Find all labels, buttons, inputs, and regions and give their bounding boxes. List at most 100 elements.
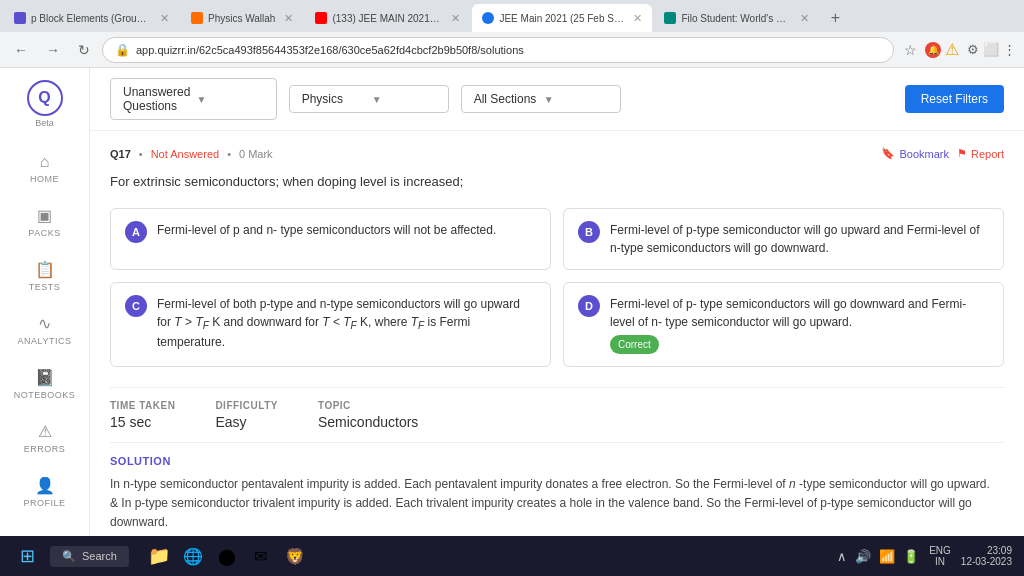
home-icon: ⌂ <box>40 153 50 171</box>
logo-icon: Q <box>27 80 63 116</box>
questions-chevron-icon: ▼ <box>196 94 263 105</box>
profile-label: PROFILE <box>23 498 65 508</box>
solution-label: SOLUTION <box>110 455 1004 467</box>
menu-icon[interactable]: ⋮ <box>1003 42 1016 57</box>
taskbar-app-mail[interactable]: ✉ <box>247 542 275 570</box>
solution-text: In n-type semiconductor pentavalent impu… <box>110 475 1004 533</box>
tab-1-close[interactable]: ✕ <box>160 12 169 25</box>
sidebar-item-analytics[interactable]: ∿ ANALYTICS <box>0 306 89 354</box>
question-text: For extrinsic semiconductors; when dopin… <box>110 172 1004 192</box>
tab-3[interactable]: (133) JEE MAIN 2021 Video Solutions ✕ <box>305 4 470 32</box>
difficulty-value: Easy <box>215 414 278 430</box>
search-label: Search <box>82 550 117 562</box>
packs-icon: ▣ <box>37 206 52 225</box>
tests-icon: 📋 <box>35 260 55 279</box>
meta-dot: • <box>227 148 231 160</box>
option-c-text: Fermi-level of both p-type and n-type se… <box>157 295 536 351</box>
profile-icon: 👤 <box>35 476 55 495</box>
tab-2[interactable]: Physics Wallah ✕ <box>181 4 303 32</box>
option-a-text: Fermi-level of p and n- type semiconduct… <box>157 221 536 239</box>
new-tab-button[interactable]: + <box>821 4 849 32</box>
time-taken-label: TIME TAKEN <box>110 400 175 411</box>
logo-beta: Beta <box>35 118 54 128</box>
sidebar-item-tests[interactable]: 📋 TESTS <box>0 252 89 300</box>
tab-2-close[interactable]: ✕ <box>284 12 293 25</box>
warning-icon[interactable]: ⚠ <box>945 40 959 59</box>
taskbar-right: ∧ 🔊 📶 🔋 ENG IN 23:09 12-03-2023 <box>837 545 1012 567</box>
taskbar-app-chrome[interactable]: ⬤ <box>213 542 241 570</box>
subject-chevron-icon: ▼ <box>372 94 436 105</box>
sections-filter[interactable]: All Sections ▼ <box>461 85 621 113</box>
solution-section: SOLUTION In n-type semiconductor pentava… <box>110 455 1004 537</box>
tab-4-close[interactable]: ✕ <box>633 12 642 25</box>
taskbar-app-explorer[interactable]: 📁 <box>145 542 173 570</box>
battery-icon[interactable]: 🔋 <box>903 549 919 564</box>
notification-badge[interactable]: 🔔 <box>925 42 941 58</box>
lang-code: ENG <box>929 545 951 556</box>
option-a-card[interactable]: A Fermi-level of p and n- type semicondu… <box>110 208 551 270</box>
errors-icon: ⚠ <box>38 422 52 441</box>
taskbar-search[interactable]: 🔍 Search <box>50 546 129 567</box>
errors-label: ERRORS <box>24 444 66 454</box>
taskbar-apps: 📁 🌐 ⬤ ✉ 🦁 <box>145 542 309 570</box>
time-taken-value: 15 sec <box>110 414 175 430</box>
reset-filters-button[interactable]: Reset Filters <box>905 85 1004 113</box>
reload-button[interactable]: ↻ <box>72 38 96 62</box>
notebooks-label: NOTEBOOKS <box>14 390 76 400</box>
tab-4-active[interactable]: JEE Main 2021 (25 Feb Shift 2) - C ✕ <box>472 4 652 32</box>
questions-filter-label: Unanswered Questions <box>123 85 190 113</box>
browser-toolbar: ← → ↻ 🔒 app.quizrr.in/62c5ca493f85644353… <box>0 32 1024 68</box>
option-d-card[interactable]: D Fermi-level of p- type semiconductors … <box>563 282 1004 367</box>
stats-row: TIME TAKEN 15 sec DIFFICULTY Easy TOPIC … <box>110 387 1004 443</box>
logo-container: Q Beta <box>27 80 63 128</box>
forward-button[interactable]: → <box>40 38 66 62</box>
sections-filter-label: All Sections <box>474 92 538 106</box>
topic-label: TOPIC <box>318 400 418 411</box>
difficulty-label: DIFFICULTY <box>215 400 278 411</box>
clock-date: 12-03-2023 <box>961 556 1012 567</box>
system-tray: ∧ 🔊 📶 🔋 <box>837 549 919 564</box>
report-button[interactable]: ⚑ Report <box>957 147 1004 160</box>
options-grid: A Fermi-level of p and n- type semicondu… <box>110 208 1004 367</box>
language-indicator[interactable]: ENG IN <box>929 545 951 567</box>
clock[interactable]: 23:09 12-03-2023 <box>961 545 1012 567</box>
question-number: Q17 <box>110 148 131 160</box>
taskbar-app-edge[interactable]: 🌐 <box>179 542 207 570</box>
bookmark-toolbar-button[interactable]: ☆ <box>900 38 921 62</box>
question-status: Not Answered <box>151 148 219 160</box>
subject-filter[interactable]: Physics ▼ <box>289 85 449 113</box>
filter-bar: Unanswered Questions ▼ Physics ▼ All Sec… <box>90 68 1024 131</box>
tab-5-close[interactable]: ✕ <box>800 12 809 25</box>
tab-1[interactable]: p Block Elements (Group 15, 16, 17, 6...… <box>4 4 179 32</box>
extensions-icon[interactable]: ⚙ <box>967 42 979 57</box>
questions-filter[interactable]: Unanswered Questions ▼ <box>110 78 277 120</box>
address-bar[interactable]: 🔒 app.quizrr.in/62c5ca493f85644353f2e168… <box>102 37 894 63</box>
sidebar: Q Beta ⌂ HOME ▣ PACKS 📋 TESTS ∿ ANALYTIC… <box>0 68 90 536</box>
option-b-card[interactable]: B Fermi-level of p-type semiconductor wi… <box>563 208 1004 270</box>
window-icon[interactable]: ⬜ <box>983 42 999 57</box>
start-button[interactable]: ⊞ <box>12 541 42 571</box>
home-label: HOME <box>30 174 59 184</box>
sidebar-item-notebooks[interactable]: 📓 NOTEBOOKS <box>0 360 89 408</box>
wifi-icon[interactable]: 📶 <box>879 549 895 564</box>
tray-arrow-icon[interactable]: ∧ <box>837 549 847 564</box>
report-icon: ⚑ <box>957 147 967 160</box>
windows-icon: ⊞ <box>20 545 35 567</box>
sidebar-item-profile[interactable]: 👤 PROFILE <box>0 468 89 516</box>
option-d-text: Fermi-level of p- type semiconductors wi… <box>610 295 989 354</box>
bookmark-icon: 🔖 <box>881 147 895 160</box>
taskbar-app-brave[interactable]: 🦁 <box>281 542 309 570</box>
correct-badge: Correct <box>610 335 659 354</box>
sidebar-item-home[interactable]: ⌂ HOME <box>0 145 89 192</box>
tab-3-close[interactable]: ✕ <box>451 12 460 25</box>
volume-icon[interactable]: 🔊 <box>855 549 871 564</box>
option-c-card[interactable]: C Fermi-level of both p-type and n-type … <box>110 282 551 367</box>
tests-label: TESTS <box>29 282 61 292</box>
tab-5[interactable]: Filo Student: World's Only Live Instan..… <box>654 4 819 32</box>
question-area: Q17 • Not Answered • 0 Mark 🔖 Bookmark ⚑… <box>90 131 1024 536</box>
back-button[interactable]: ← <box>8 38 34 62</box>
report-label: Report <box>971 148 1004 160</box>
sidebar-item-packs[interactable]: ▣ PACKS <box>0 198 89 246</box>
bookmark-button[interactable]: 🔖 Bookmark <box>881 147 949 160</box>
sidebar-item-errors[interactable]: ⚠ ERRORS <box>0 414 89 462</box>
